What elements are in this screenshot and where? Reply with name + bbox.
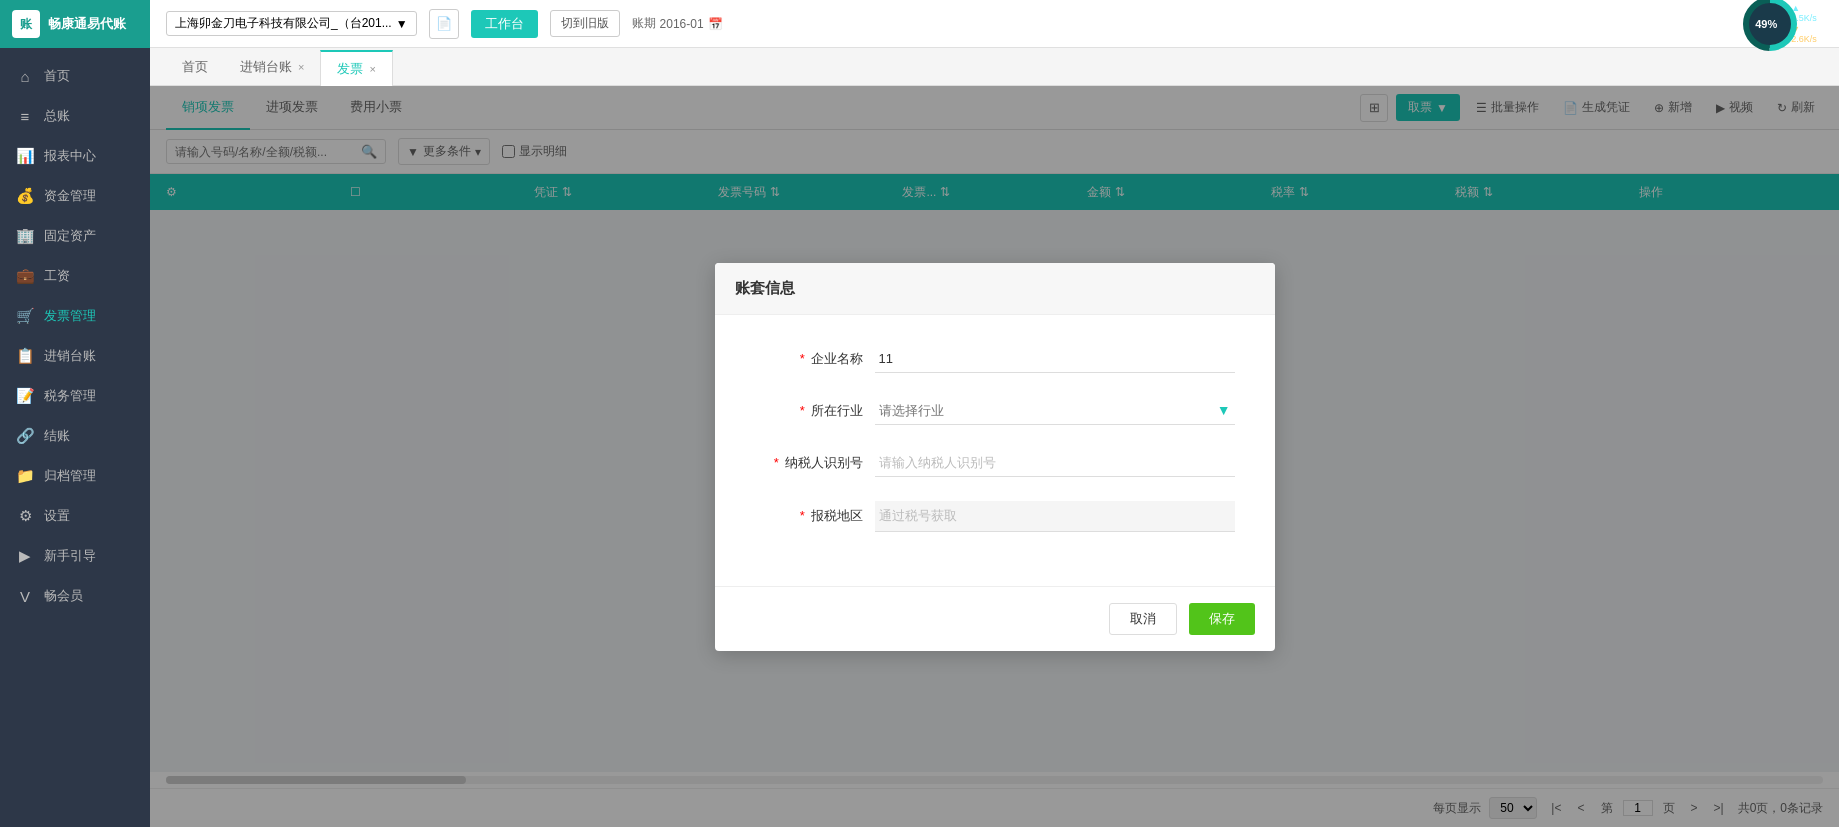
sidebar-item-home[interactable]: ⌂ 首页: [0, 56, 150, 96]
sidebar-item-settings[interactable]: ⚙ 设置: [0, 496, 150, 536]
cancel-button[interactable]: 取消: [1109, 603, 1177, 635]
industry-select-wrap: ▼: [875, 397, 1235, 425]
home-icon: ⌂: [16, 68, 34, 85]
sidebar-item-label: 结账: [44, 427, 70, 445]
form-row-industry: * 所在行业 ▼: [755, 397, 1235, 425]
doc-icon[interactable]: 📄: [429, 9, 459, 39]
tab-home[interactable]: 首页: [166, 50, 224, 84]
dialog: 账套信息 * 企业名称: [715, 263, 1275, 651]
required-marker: *: [800, 508, 805, 523]
tax-region-display: 通过税号获取: [875, 501, 1235, 532]
sidebar-item-salary[interactable]: 💼 工资: [0, 256, 150, 296]
required-marker: *: [800, 351, 805, 366]
logo-icon: 账: [12, 10, 40, 38]
purchase-sales-icon: 📋: [16, 347, 34, 365]
tab-invoice-label: 发票: [337, 60, 363, 78]
industry-dropdown-arrow[interactable]: ▼: [1217, 402, 1235, 418]
industry-label: * 所在行业: [755, 402, 875, 420]
top-bar: 上海卯金刀电子科技有限公司_（台201... ▼ 📄 工作台 切到旧版 账期 2…: [150, 0, 1839, 48]
sidebar-item-label: 报表中心: [44, 147, 96, 165]
sidebar-item-label: 新手引导: [44, 547, 96, 565]
form-row-tax-region: * 报税地区 通过税号获取: [755, 501, 1235, 532]
content-wrapper: 销项发票 进项发票 费用小票 ⊞ 取票 ▼: [150, 86, 1839, 827]
sidebar-item-tax-mgmt[interactable]: 📝 税务管理: [0, 376, 150, 416]
member-icon: V: [16, 588, 34, 605]
company-name-input[interactable]: [875, 345, 1235, 373]
sidebar-item-purchase-sales[interactable]: 📋 进销台账: [0, 336, 150, 376]
company-selector[interactable]: 上海卯金刀电子科技有限公司_（台201... ▼: [166, 11, 417, 36]
dialog-body: * 企业名称 * 所在行业: [715, 315, 1275, 586]
tax-mgmt-icon: 📝: [16, 387, 34, 405]
invoice-mgmt-icon: 🛒: [16, 307, 34, 325]
tax-region-label: * 报税地区: [755, 507, 875, 525]
sidebar-item-label: 总账: [44, 107, 70, 125]
finance-icon: 💰: [16, 187, 34, 205]
settlement-icon: 🔗: [16, 427, 34, 445]
tab-home-label: 首页: [182, 58, 208, 76]
save-button[interactable]: 保存: [1189, 603, 1255, 635]
company-dropdown-icon: ▼: [396, 17, 408, 31]
dialog-title: 账套信息: [735, 279, 795, 296]
tab-purchase-sales[interactable]: 进销台账 ×: [224, 50, 320, 84]
sidebar-item-label: 设置: [44, 507, 70, 525]
dialog-header: 账套信息: [715, 263, 1275, 315]
tab-bar: 首页 进销台账 × 发票 ×: [150, 48, 1839, 86]
sidebar-item-label: 发票管理: [44, 307, 96, 325]
sidebar-item-fixed-assets[interactable]: 🏢 固定资产: [0, 216, 150, 256]
required-marker: *: [774, 455, 779, 470]
logo-text: 畅康通易代账: [48, 15, 126, 33]
calendar-icon[interactable]: 📅: [708, 17, 723, 31]
form-row-company-name: * 企业名称: [755, 345, 1235, 373]
network-info: 49%: [1755, 18, 1777, 30]
company-name-label: * 企业名称: [755, 350, 875, 368]
settings-icon: ⚙: [16, 507, 34, 525]
guide-icon: ▶: [16, 547, 34, 565]
sidebar-item-label: 进销台账: [44, 347, 96, 365]
sidebar-logo: 账 畅康通易代账: [0, 0, 150, 48]
tax-id-input[interactable]: [875, 449, 1235, 477]
reports-icon: 📊: [16, 147, 34, 165]
sidebar-item-label: 畅会员: [44, 587, 83, 605]
sidebar-item-settlement[interactable]: 🔗 结账: [0, 416, 150, 456]
sidebar-item-label: 归档管理: [44, 467, 96, 485]
sidebar-item-label: 固定资产: [44, 227, 96, 245]
sidebar-item-label: 税务管理: [44, 387, 96, 405]
fixed-assets-icon: 🏢: [16, 227, 34, 245]
ledger-icon: ≡: [16, 108, 34, 125]
workbench-button[interactable]: 工作台: [471, 10, 538, 38]
tab-invoice[interactable]: 发票 ×: [320, 50, 392, 86]
form-row-tax-id: * 纳税人识别号: [755, 449, 1235, 477]
required-marker: *: [800, 403, 805, 418]
tab-purchase-sales-close[interactable]: ×: [298, 61, 304, 73]
sidebar-item-guide[interactable]: ▶ 新手引导: [0, 536, 150, 576]
switch-old-button[interactable]: 切到旧版: [550, 10, 620, 37]
tab-purchase-sales-label: 进销台账: [240, 58, 292, 76]
main-area: 上海卯金刀电子科技有限公司_（台201... ▼ 📄 工作台 切到旧版 账期 2…: [150, 0, 1839, 827]
dialog-overlay: 账套信息 * 企业名称: [150, 86, 1839, 827]
sidebar-item-member[interactable]: V 畅会员: [0, 576, 150, 616]
sidebar-item-label: 工资: [44, 267, 70, 285]
sidebar-item-ledger[interactable]: ≡ 总账: [0, 96, 150, 136]
salary-icon: 💼: [16, 267, 34, 285]
tab-invoice-close[interactable]: ×: [369, 63, 375, 75]
network-percentage: 49%: [1755, 18, 1777, 30]
sidebar: 账 畅康通易代账 ⌂ 首页 ≡ 总账 📊 报表中心 💰 资金管理 🏢 固定资: [0, 0, 150, 827]
sidebar-item-finance[interactable]: 💰 资金管理: [0, 176, 150, 216]
period-label: 账期 2016-01 📅: [632, 15, 723, 32]
archive-icon: 📁: [16, 467, 34, 485]
network-stats: 49% ▲ 8.5K/s ▼ 2.6K/s: [1743, 0, 1823, 48]
sidebar-nav: ⌂ 首页 ≡ 总账 📊 报表中心 💰 资金管理 🏢 固定资产 💼 工资: [0, 48, 150, 827]
sidebar-item-reports[interactable]: 📊 报表中心: [0, 136, 150, 176]
sidebar-item-label: 首页: [44, 67, 70, 85]
industry-input[interactable]: [875, 397, 1217, 424]
company-name: 上海卯金刀电子科技有限公司_（台201...: [175, 15, 392, 32]
sidebar-item-label: 资金管理: [44, 187, 96, 205]
tax-id-label: * 纳税人识别号: [755, 454, 875, 472]
sidebar-item-archive[interactable]: 📁 归档管理: [0, 456, 150, 496]
dialog-footer: 取消 保存: [715, 586, 1275, 651]
sidebar-item-invoice-mgmt[interactable]: 🛒 发票管理: [0, 296, 150, 336]
